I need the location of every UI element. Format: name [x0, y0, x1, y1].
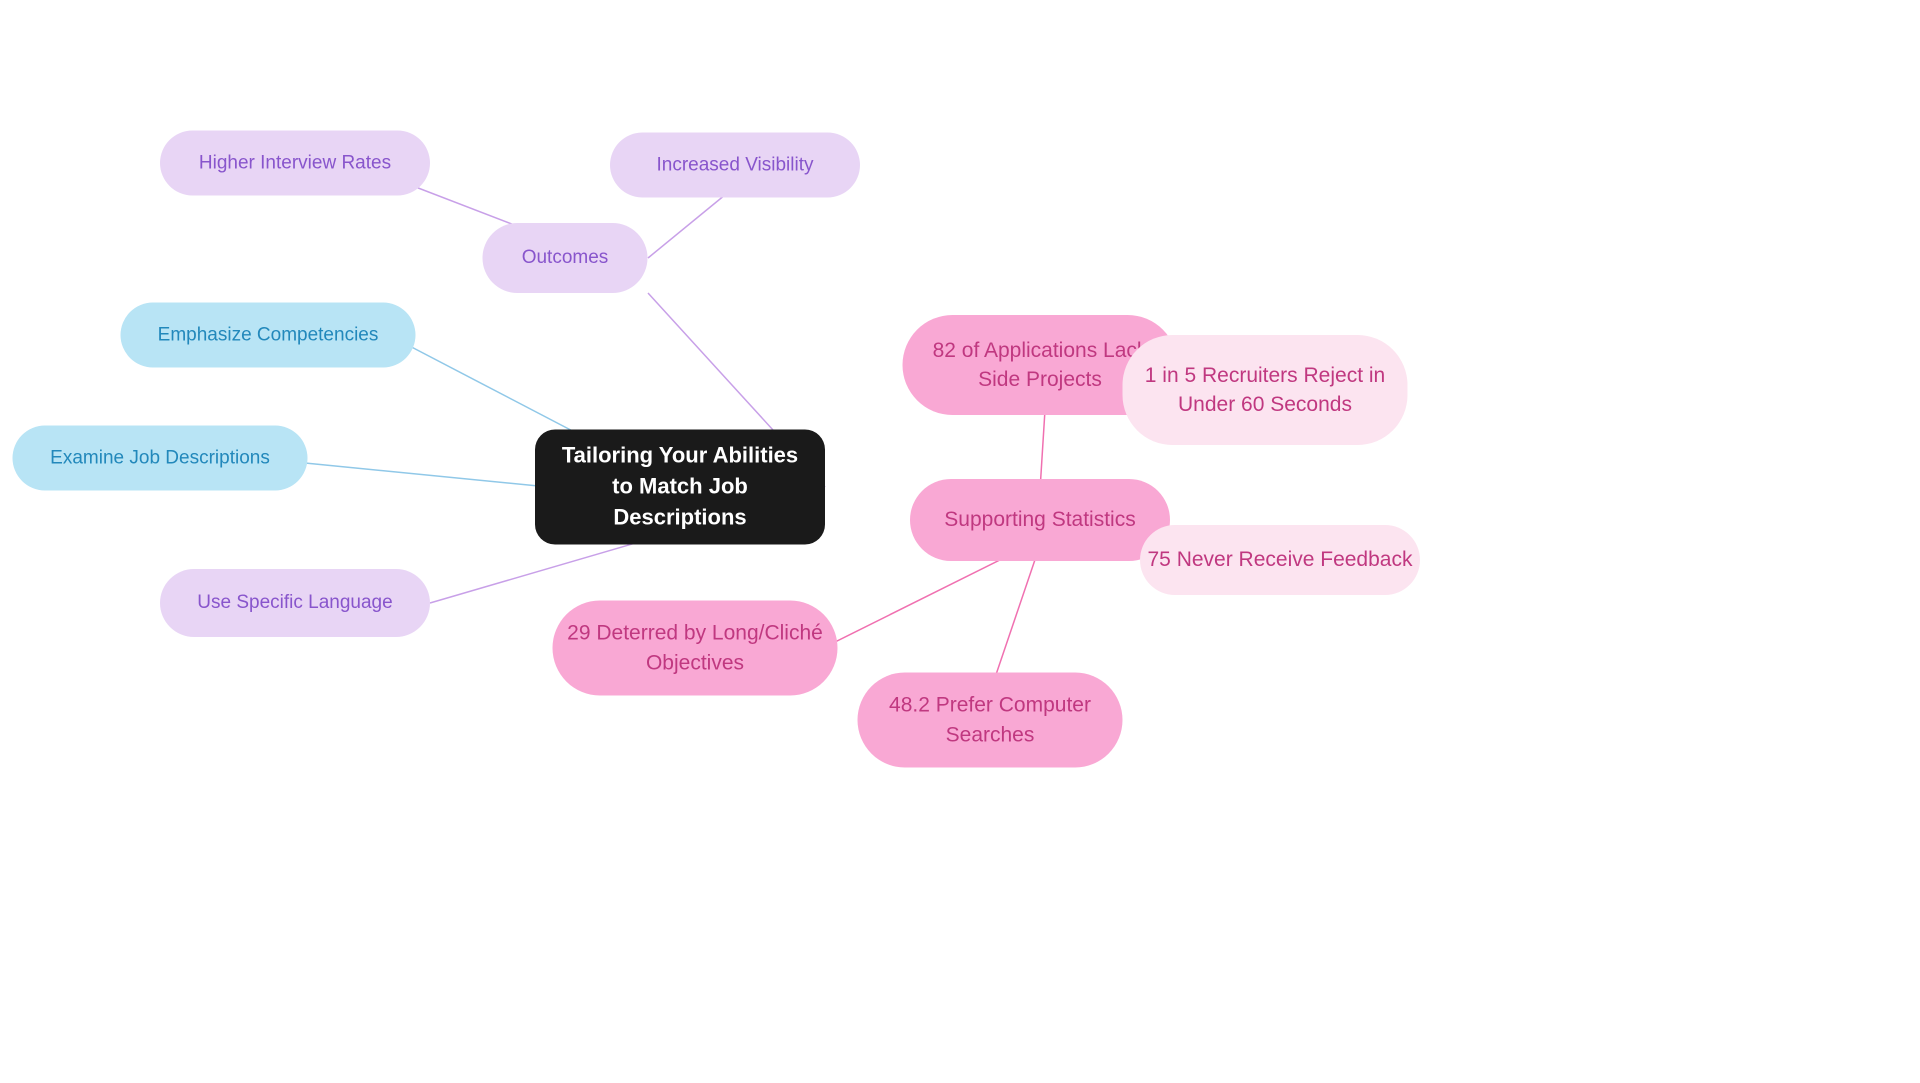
deterred-label: 29 Deterred by Long/Cliché Objectives	[553, 611, 838, 686]
center-label: Tailoring Your Abilities to Match Job De…	[535, 431, 825, 543]
prefer-computer-label: 48.2 Prefer Computer Searches	[858, 683, 1123, 758]
supporting-stats-node: Supporting Statistics	[910, 479, 1170, 561]
higher-interview-node: Higher Interview Rates	[160, 131, 430, 196]
outcomes-label: Outcomes	[522, 247, 609, 269]
emphasize-node: Emphasize Competencies	[121, 303, 416, 368]
use-specific-label: Use Specific Language	[197, 592, 392, 614]
increased-visibility-node: Increased Visibility	[610, 133, 860, 198]
deterred-node: 29 Deterred by Long/Cliché Objectives	[553, 601, 838, 696]
use-specific-node: Use Specific Language	[160, 569, 430, 637]
prefer-computer-node: 48.2 Prefer Computer Searches	[858, 673, 1123, 768]
center-node: Tailoring Your Abilities to Match Job De…	[535, 430, 825, 545]
recruiters-reject-node: 1 in 5 Recruiters Reject in Under 60 Sec…	[1123, 335, 1408, 445]
outcomes-node: Outcomes	[483, 223, 648, 293]
higher-interview-label: Higher Interview Rates	[199, 152, 391, 174]
emphasize-label: Emphasize Competencies	[158, 324, 379, 346]
examine-node: Examine Job Descriptions	[13, 426, 308, 491]
increased-visibility-label: Increased Visibility	[656, 154, 813, 176]
examine-label: Examine Job Descriptions	[50, 447, 270, 469]
supporting-stats-label: Supporting Statistics	[944, 508, 1135, 532]
never-feedback-node: 75 Never Receive Feedback	[1140, 525, 1420, 595]
never-feedback-label: 75 Never Receive Feedback	[1148, 548, 1413, 572]
recruiters-reject-label: 1 in 5 Recruiters Reject in Under 60 Sec…	[1123, 353, 1408, 428]
